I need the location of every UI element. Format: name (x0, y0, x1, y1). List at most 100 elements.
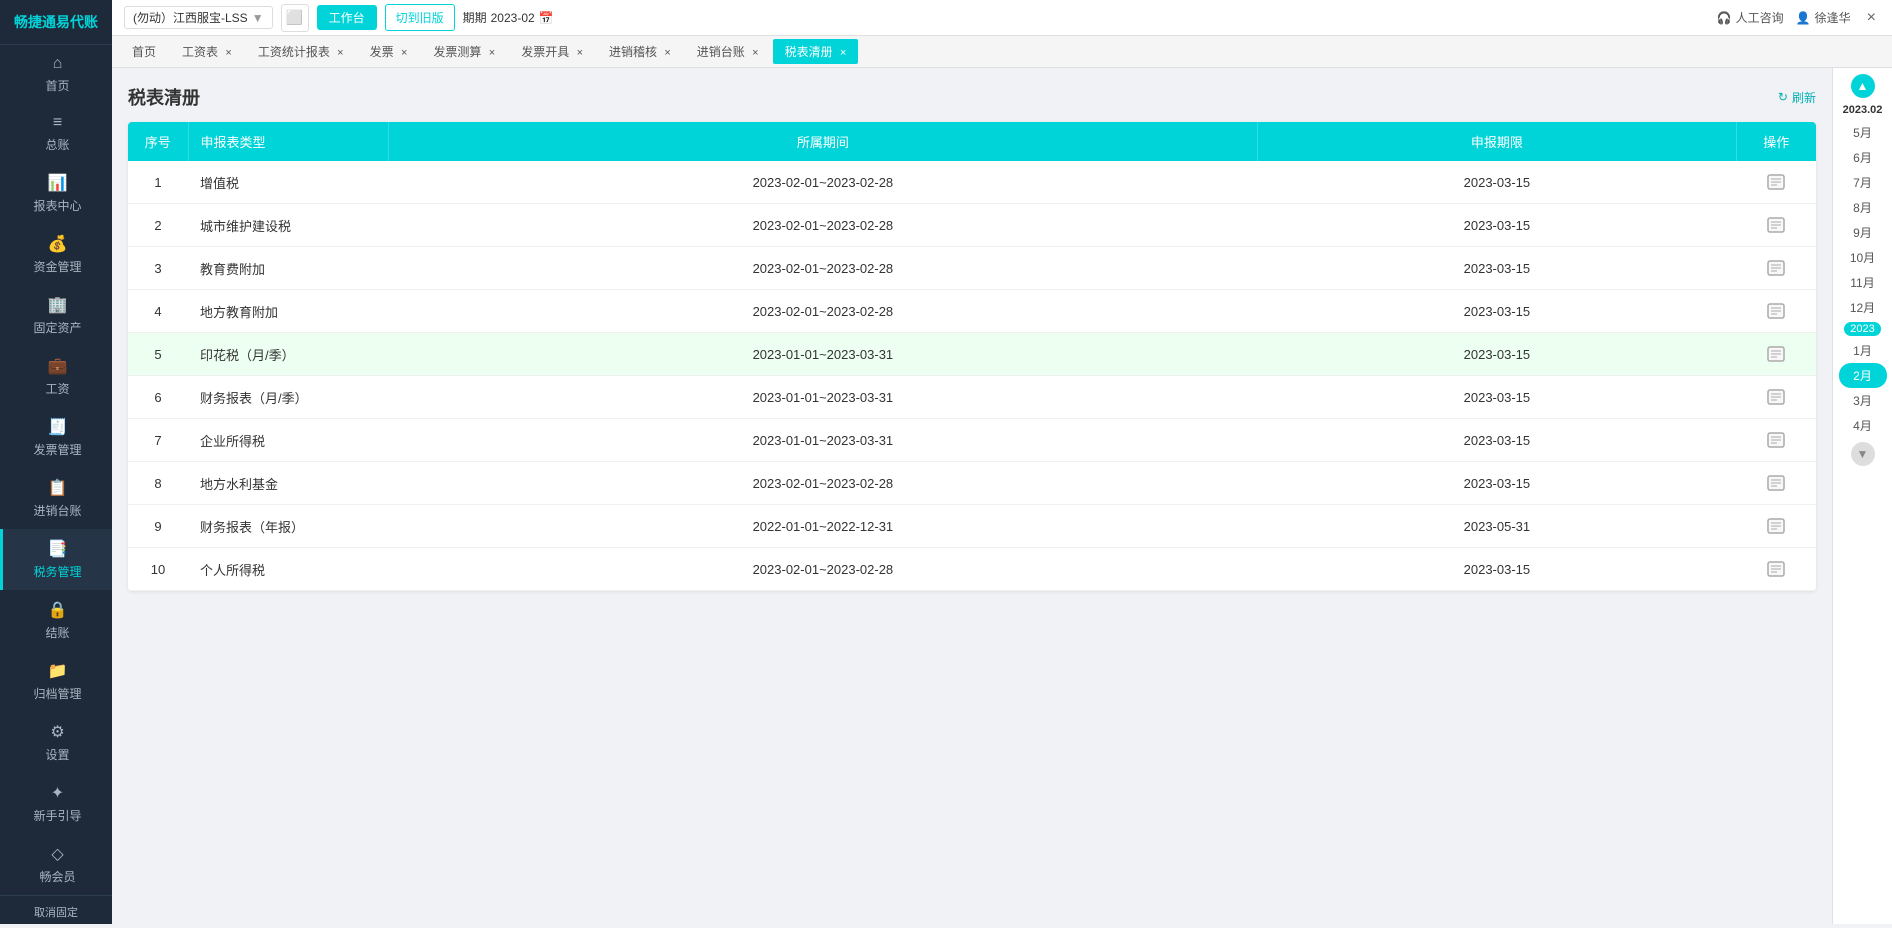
tab-home[interactable]: 首页 (120, 39, 168, 64)
sidebar-item-settings[interactable]: ⚙ 设置 (0, 712, 112, 773)
sidebar-label-closing: 结账 (45, 624, 69, 641)
action-detail-icon[interactable] (1764, 256, 1788, 280)
cell-action (1736, 462, 1816, 505)
col-deadline: 申报期限 (1258, 122, 1736, 161)
sidebar-item-ledger[interactable]: ≡ 总账 (0, 104, 112, 163)
close-button[interactable]: × (1863, 9, 1880, 27)
month-2023-2[interactable]: 2月 (1839, 363, 1887, 388)
month-2022-5[interactable]: 5月 (1839, 120, 1887, 145)
tab-purchase-ledger[interactable]: 进销台账 × (685, 39, 771, 64)
cell-type: 个人所得税 (188, 548, 388, 591)
period-value: 2023-02 (491, 11, 535, 25)
tab-close-payroll[interactable]: × (225, 47, 231, 59)
chevron-down-icon: ▼ (252, 11, 264, 25)
home-icon: ⌂ (53, 55, 63, 73)
tab-tax-list[interactable]: 税表清册 × (773, 39, 859, 64)
action-detail-icon[interactable] (1764, 428, 1788, 452)
table-row: 5 印花税（月/季） 2023-01-01~2023-03-31 2023-03… (128, 333, 1816, 376)
action-detail-icon[interactable] (1764, 514, 1788, 538)
date-collapse-button[interactable]: ▼ (1851, 442, 1875, 466)
switch-button[interactable]: 切到旧版 (385, 4, 455, 31)
sidebar-label-tax: 税务管理 (33, 563, 81, 580)
month-2022-7[interactable]: 7月 (1839, 170, 1887, 195)
action-detail-icon[interactable] (1764, 471, 1788, 495)
cell-deadline: 2023-03-15 (1258, 290, 1736, 333)
cell-type: 财务报表（月/季） (188, 376, 388, 419)
cell-period: 2023-02-01~2023-02-28 (388, 548, 1258, 591)
tab-close-invoice-issue[interactable]: × (577, 47, 583, 59)
archive-icon: 📁 (48, 661, 68, 681)
sidebar-item-tax[interactable]: 📑 税务管理 (0, 529, 112, 590)
content-area: 税表清册 ↻ 刷新 序号 申报表类型 所属期间 申报期限 操作 (112, 68, 1892, 924)
month-2022-11[interactable]: 11月 (1839, 270, 1887, 295)
month-2023-3[interactable]: 3月 (1839, 388, 1887, 413)
sidebar-label-member: 畅会员 (39, 868, 75, 885)
table-row: 10 个人所得税 2023-02-01~2023-02-28 2023-03-1… (128, 548, 1816, 591)
tab-invoice[interactable]: 发票 × (358, 39, 420, 64)
tab-purchase-audit[interactable]: 进销稽核 × (597, 39, 683, 64)
tab-close-invoice[interactable]: × (401, 47, 407, 59)
tab-invoice-calc[interactable]: 发票测算 × (421, 39, 507, 64)
cell-action (1736, 548, 1816, 591)
sidebar-item-purchase[interactable]: 📋 进销台账 (0, 468, 112, 529)
sidebar-item-assets[interactable]: 🏢 固定资产 (0, 285, 112, 346)
user-avatar-icon: 👤 (1796, 11, 1811, 25)
sidebar-item-archive[interactable]: 📁 归档管理 (0, 651, 112, 712)
user-menu[interactable]: 👤 徐逢华 (1796, 9, 1851, 26)
member-icon: ◇ (51, 844, 63, 864)
copy-button[interactable]: ⬜ (281, 4, 309, 32)
month-2022-10[interactable]: 10月 (1839, 245, 1887, 270)
month-2022-8[interactable]: 8月 (1839, 195, 1887, 220)
tab-close-purchase-audit[interactable]: × (664, 47, 670, 59)
month-2023-1[interactable]: 1月 (1839, 338, 1887, 363)
company-selector[interactable]: (勿动）江西服宝-LSS ▼ (124, 6, 273, 29)
sidebar-item-funds[interactable]: 💰 资金管理 (0, 224, 112, 285)
cell-seq: 1 (128, 161, 188, 204)
action-detail-icon[interactable] (1764, 299, 1788, 323)
sidebar-label-reports: 报表中心 (33, 197, 81, 214)
app-logo: 畅捷通易代账 (0, 0, 112, 45)
cell-type: 地方教育附加 (188, 290, 388, 333)
action-detail-icon[interactable] (1764, 213, 1788, 237)
settings-icon: ⚙ (50, 722, 64, 742)
sidebar-item-closing[interactable]: 🔒 结账 (0, 590, 112, 651)
month-2022-12[interactable]: 12月 (1839, 295, 1887, 320)
refresh-button[interactable]: ↻ 刷新 (1778, 89, 1816, 106)
period-text: 期期 (463, 9, 487, 26)
sidebar-item-reports[interactable]: 📊 报表中心 (0, 163, 112, 224)
cell-type: 增值税 (188, 161, 388, 204)
period-label: 期期 2023-02 📅 (463, 9, 554, 26)
col-type: 申报表类型 (188, 122, 388, 161)
sidebar-item-guide[interactable]: ✦ 新手引导 (0, 773, 112, 834)
sidebar-item-member[interactable]: ◇ 畅会员 (0, 834, 112, 895)
workbench-button[interactable]: 工作台 (317, 5, 377, 30)
date-nav-up[interactable]: ▲ (1851, 74, 1875, 98)
ai-consult-button[interactable]: 🎧 人工咨询 (1717, 9, 1784, 26)
action-detail-icon[interactable] (1764, 342, 1788, 366)
tab-close-payroll-report[interactable]: × (337, 47, 343, 59)
sidebar-item-salary[interactable]: 💼 工资 (0, 346, 112, 407)
tab-close-tax-list[interactable]: × (840, 47, 846, 59)
month-2022-6[interactable]: 6月 (1839, 145, 1887, 170)
year-2023-badge: 2023 (1844, 322, 1880, 336)
action-detail-icon[interactable] (1764, 170, 1788, 194)
cancel-pin-button[interactable]: 取消固定 (0, 895, 112, 928)
month-2023-4[interactable]: 4月 (1839, 413, 1887, 438)
sidebar-item-invoice[interactable]: 🧾 发票管理 (0, 407, 112, 468)
tab-invoice-issue[interactable]: 发票开具 × (509, 39, 595, 64)
cell-type: 企业所得税 (188, 419, 388, 462)
tab-close-invoice-calc[interactable]: × (489, 47, 495, 59)
cell-seq: 6 (128, 376, 188, 419)
tab-payroll[interactable]: 工资表 × (170, 39, 244, 64)
action-detail-icon[interactable] (1764, 557, 1788, 581)
month-2022-9[interactable]: 9月 (1839, 220, 1887, 245)
tab-close-purchase-ledger[interactable]: × (752, 47, 758, 59)
headset-icon: 🎧 (1717, 11, 1732, 25)
table-row: 6 财务报表（月/季） 2023-01-01~2023-03-31 2023-0… (128, 376, 1816, 419)
action-detail-icon[interactable] (1764, 385, 1788, 409)
calendar-icon[interactable]: 📅 (539, 11, 554, 25)
sidebar-item-home[interactable]: ⌂ 首页 (0, 45, 112, 104)
cell-period: 2023-02-01~2023-02-28 (388, 161, 1258, 204)
tab-payroll-report[interactable]: 工资统计报表 × (246, 39, 356, 64)
cell-seq: 9 (128, 505, 188, 548)
